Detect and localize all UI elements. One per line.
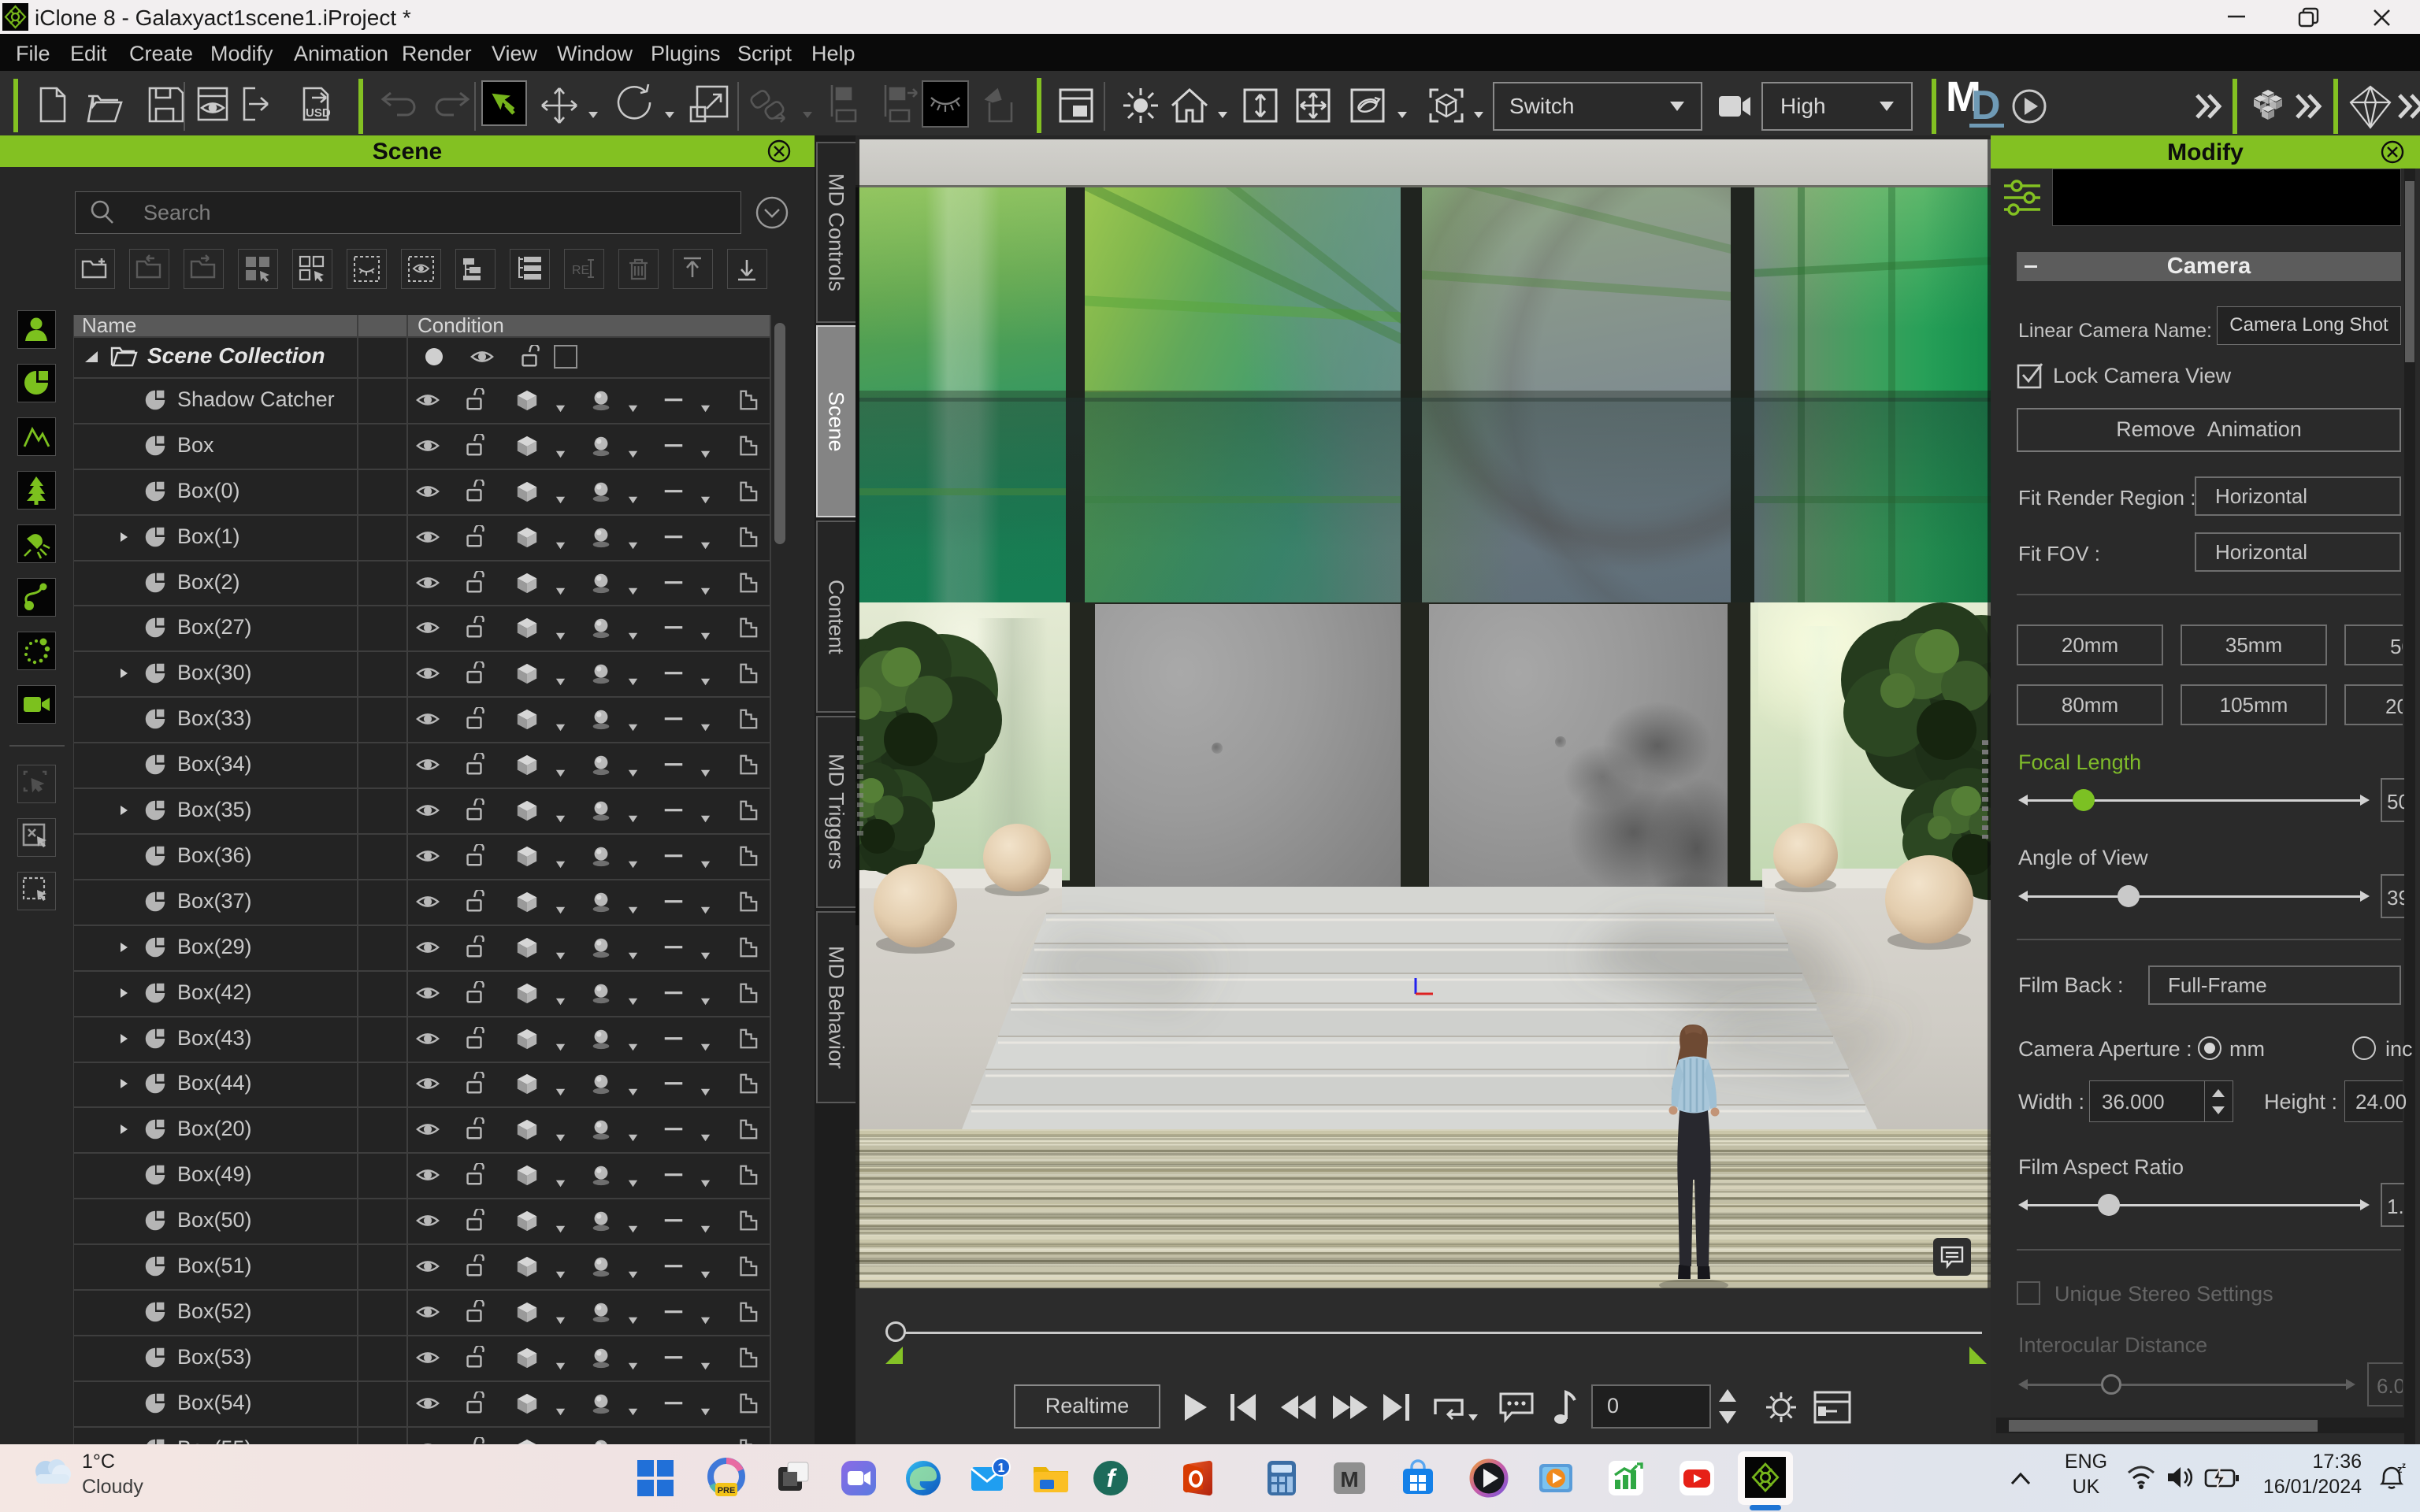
- svg-text:z: z: [2402, 1462, 2406, 1470]
- svg-text:1: 1: [998, 1462, 1005, 1475]
- svg-text:M: M: [1340, 1467, 1358, 1492]
- svg-text:USD: USD: [306, 106, 331, 120]
- svg-text:RE: RE: [572, 264, 589, 277]
- svg-text:PRE: PRE: [718, 1486, 736, 1495]
